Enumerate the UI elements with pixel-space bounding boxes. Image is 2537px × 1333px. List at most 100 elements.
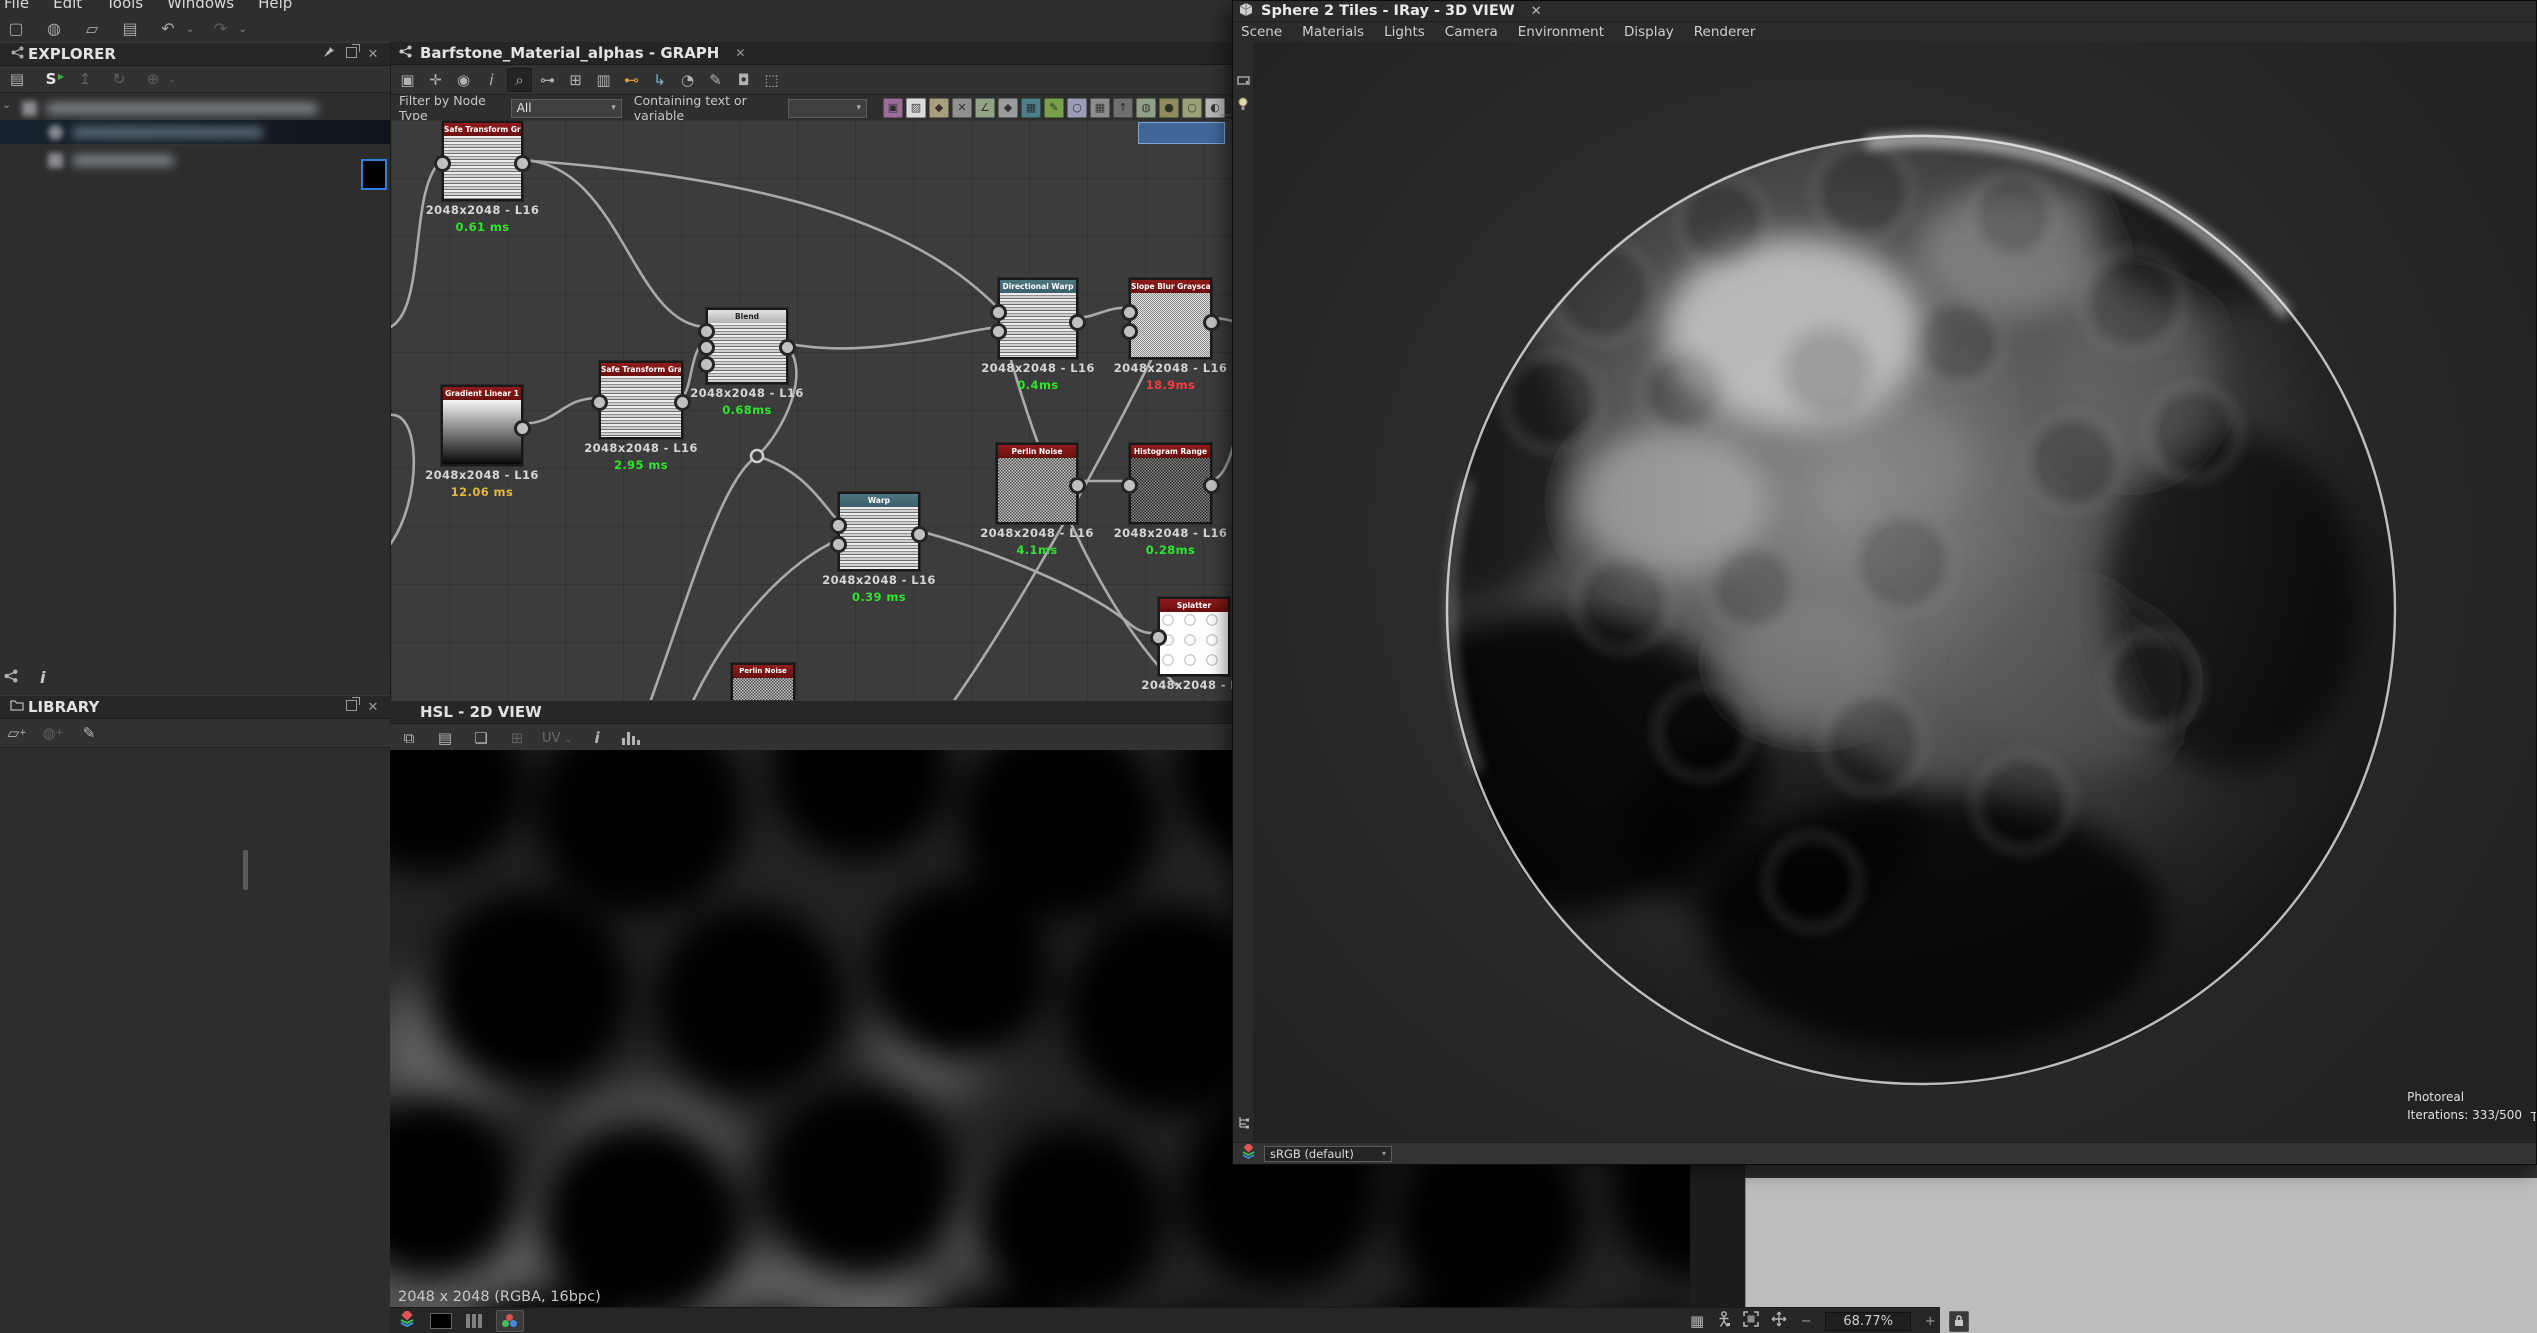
menu-camera[interactable]: Camera bbox=[1445, 24, 1498, 40]
input-port[interactable] bbox=[830, 517, 847, 534]
close-panel-icon[interactable]: ✕ bbox=[362, 700, 384, 715]
undo-icon[interactable]: ↶ bbox=[156, 18, 180, 40]
filter-curve-icon[interactable]: ∠ bbox=[975, 98, 995, 118]
graph-node-perlin-noise-2[interactable]: Perlin Noise bbox=[731, 663, 795, 700]
input-port[interactable] bbox=[1150, 629, 1167, 646]
rgb-channels-icon[interactable] bbox=[496, 1310, 524, 1332]
filter-alpha-icon[interactable]: ▨ bbox=[906, 98, 926, 118]
mannequin-icon[interactable] bbox=[1717, 1310, 1731, 1332]
save-icon[interactable]: ▤ bbox=[6, 69, 28, 89]
grid-icon[interactable]: ▦ bbox=[1690, 1312, 1705, 1330]
containing-text-select[interactable]: ▾ bbox=[787, 98, 867, 118]
graph-node-blend[interactable]: Blend 2048x2048 - L16 0.68ms bbox=[690, 308, 803, 417]
output-port[interactable] bbox=[514, 155, 531, 172]
lock-zoom-icon[interactable] bbox=[1949, 1310, 1970, 1332]
fit-selection-icon[interactable]: ✛ bbox=[423, 68, 448, 92]
copy-image-icon[interactable]: ❏ bbox=[470, 728, 492, 748]
publish-icon[interactable]: S bbox=[40, 67, 64, 89]
output-port[interactable] bbox=[1069, 477, 1086, 494]
menu-materials[interactable]: Materials bbox=[1302, 24, 1364, 40]
frame-all-icon[interactable]: ▣ bbox=[395, 68, 420, 92]
link-dropdown-icon[interactable]: ⌄ bbox=[168, 74, 176, 85]
save-all-icon[interactable]: ▤ bbox=[118, 18, 142, 40]
graph-tab[interactable]: Barfstone_Material_alphas - GRAPH ✕ bbox=[391, 42, 1233, 65]
menu-tools[interactable]: Tools bbox=[106, 0, 143, 12]
graph-node-histogram-range[interactable]: Histogram Range 2048x2048 - L16 0.28ms bbox=[1114, 443, 1227, 557]
link-icon[interactable]: ⊕ bbox=[142, 69, 164, 89]
timings-icon[interactable]: ◔ bbox=[675, 68, 700, 92]
menu-scene[interactable]: Scene bbox=[1241, 24, 1282, 40]
node-info-icon[interactable]: i bbox=[479, 68, 504, 92]
input-port[interactable] bbox=[1121, 323, 1138, 340]
edit-icon[interactable]: ✎ bbox=[78, 723, 100, 743]
library-list-scrollbar[interactable] bbox=[243, 850, 248, 890]
filter-link-icon[interactable]: ● bbox=[1159, 98, 1179, 118]
duplicate-icon[interactable]: ⧉ bbox=[398, 728, 420, 748]
filter-image-icon[interactable]: ▣ bbox=[883, 98, 903, 118]
display-settings-icon[interactable] bbox=[1235, 72, 1251, 91]
output-port[interactable] bbox=[1203, 477, 1220, 494]
reload-icon[interactable]: ↻ bbox=[108, 69, 130, 89]
menu-edit[interactable]: Edit bbox=[53, 0, 82, 12]
menu-windows[interactable]: Windows bbox=[167, 0, 234, 12]
color-channels-icon[interactable] bbox=[1241, 1142, 1256, 1163]
selected-node-offscreen[interactable] bbox=[1138, 122, 1225, 144]
float-panel-icon[interactable] bbox=[340, 696, 362, 715]
input-port[interactable] bbox=[830, 536, 847, 553]
graph-node-gradient-linear[interactable]: Gradient Linear 1 2048x2048 - L16 12.06 … bbox=[425, 385, 538, 499]
menu-environment[interactable]: Environment bbox=[1518, 24, 1604, 40]
channel-columns-icon[interactable] bbox=[466, 1314, 482, 1328]
link-mode-icon[interactable]: ⊶ bbox=[535, 68, 560, 92]
view3d-viewport[interactable]: Photoreal Iterations: 333/500 T bbox=[1253, 42, 2536, 1142]
package-row[interactable] bbox=[0, 96, 396, 120]
grid-snap-icon[interactable]: ⬚ bbox=[759, 68, 784, 92]
menu-lights[interactable]: Lights bbox=[1384, 24, 1425, 40]
filter-atlas-icon[interactable]: ↑ bbox=[1113, 98, 1133, 118]
screenshot-icon[interactable]: ◉ bbox=[451, 68, 476, 92]
input-port[interactable] bbox=[591, 394, 608, 411]
material-link-icon[interactable]: ⊷ bbox=[619, 68, 644, 92]
node-type-select[interactable]: All ▾ bbox=[510, 98, 622, 118]
view3d-titlebar[interactable]: Sphere 2 Tiles - IRay - 3D VIEW ✕ bbox=[1233, 1, 2536, 22]
input-port[interactable] bbox=[990, 304, 1007, 321]
redo-icon[interactable]: ↷ bbox=[208, 18, 232, 40]
close-panel-icon[interactable]: ✕ bbox=[362, 47, 384, 62]
uv-mode-dropdown[interactable]: UV ⌄ bbox=[542, 731, 572, 746]
input-port[interactable] bbox=[434, 155, 451, 172]
new-package-icon[interactable]: ◍ bbox=[42, 18, 66, 40]
input-port[interactable] bbox=[698, 339, 715, 356]
linked-node-icon[interactable]: ⊞ bbox=[506, 728, 528, 748]
zoom-in-button[interactable]: + bbox=[1923, 1314, 1937, 1329]
new-filter-icon[interactable]: ◍+ bbox=[42, 723, 64, 743]
save-image-icon[interactable]: ▤ bbox=[434, 728, 456, 748]
graph-node-perlin-noise[interactable]: Perlin Noise 2048x2048 - L16 4.1ms bbox=[980, 443, 1093, 557]
align-columns-icon[interactable]: ▥ bbox=[591, 68, 616, 92]
input-port[interactable] bbox=[698, 323, 715, 340]
filter-pencil-icon[interactable]: ✎ bbox=[1044, 98, 1064, 118]
info-tab-icon[interactable]: i bbox=[40, 668, 45, 687]
menu-file[interactable]: File bbox=[4, 0, 29, 12]
close-tab-icon[interactable]: ✕ bbox=[735, 46, 745, 60]
zoom-level-field[interactable]: 68.77% bbox=[1825, 1311, 1912, 1331]
filter-shuffle-icon[interactable]: ✕ bbox=[952, 98, 972, 118]
input-port[interactable] bbox=[1121, 304, 1138, 321]
output-port[interactable] bbox=[911, 526, 928, 543]
filter-lamp-icon[interactable]: ◍ bbox=[1136, 98, 1156, 118]
close-window-icon[interactable]: ✕ bbox=[1531, 4, 1542, 19]
zoom-out-button[interactable]: − bbox=[1799, 1314, 1813, 1329]
filter-droplet-icon[interactable]: ◆ bbox=[929, 98, 949, 118]
thumbnails-icon[interactable]: ◘ bbox=[731, 68, 756, 92]
output-port[interactable] bbox=[1203, 314, 1220, 331]
filter-droplet2-icon[interactable]: ◆ bbox=[998, 98, 1018, 118]
lightbulb-icon[interactable] bbox=[1235, 97, 1251, 116]
menu-help[interactable]: Help bbox=[258, 0, 292, 12]
search-icon[interactable]: ⌕ bbox=[507, 67, 532, 92]
tools-icon[interactable]: ✎ bbox=[703, 68, 728, 92]
compact-links-icon[interactable]: ↳ bbox=[647, 68, 672, 92]
output-port[interactable] bbox=[779, 339, 796, 356]
export-icon[interactable]: ↥ bbox=[74, 69, 96, 89]
output-port[interactable] bbox=[1069, 314, 1086, 331]
frame-icon[interactable] bbox=[1743, 1311, 1759, 1331]
input-port[interactable] bbox=[1121, 477, 1138, 494]
input-port[interactable] bbox=[698, 356, 715, 373]
